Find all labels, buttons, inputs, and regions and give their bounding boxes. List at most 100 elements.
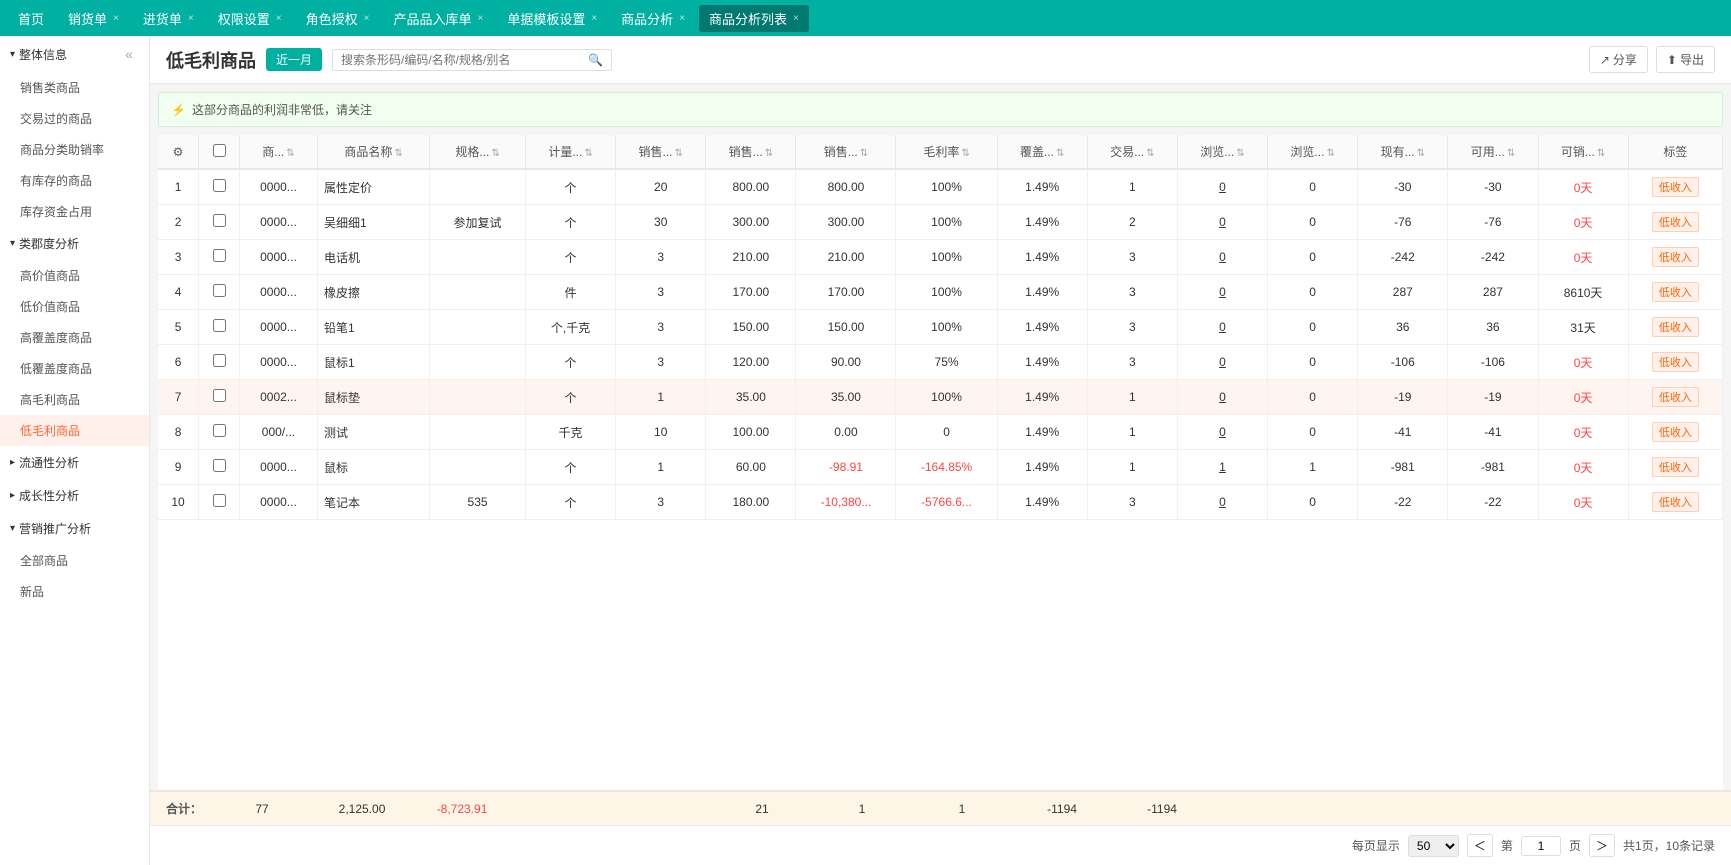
col-browse1[interactable]: 浏览...⇅ — [1177, 135, 1267, 169]
row-checkbox[interactable] — [213, 494, 226, 507]
cell-name[interactable]: 测试 — [318, 415, 430, 450]
cell-checkbox[interactable] — [199, 310, 240, 345]
sidebar-group-marketing[interactable]: ▾ 营销推广分析 — [0, 512, 149, 545]
cell-checkbox[interactable] — [199, 169, 240, 205]
row-checkbox[interactable] — [213, 284, 226, 297]
sidebar-item-high-value[interactable]: 高价值商品 — [0, 260, 149, 291]
select-all-checkbox[interactable] — [213, 144, 226, 157]
prev-page-button[interactable]: ＜ — [1467, 834, 1493, 857]
sidebar-group-circulation[interactable]: ▸ 流通性分析 — [0, 446, 149, 479]
row-checkbox[interactable] — [213, 459, 226, 472]
col-checkbox[interactable] — [199, 135, 240, 169]
cell-name[interactable]: 鼠标1 — [318, 345, 430, 380]
col-saleable[interactable]: 可销...⇅ — [1538, 135, 1628, 169]
cell-checkbox[interactable] — [199, 485, 240, 520]
nav-home[interactable]: 首页 — [8, 5, 54, 32]
sidebar-item-sales-products[interactable]: 销售类商品 — [0, 72, 149, 103]
cell-browse1[interactable]: 0 — [1177, 415, 1267, 450]
sidebar-item-category-assist-rate[interactable]: 商品分类助销率 — [0, 134, 149, 165]
row-checkbox[interactable] — [213, 354, 226, 367]
close-icon[interactable]: × — [364, 13, 370, 24]
nav-product-analysis[interactable]: 商品分析 × — [611, 5, 695, 32]
sidebar-item-all-products[interactable]: 全部商品 — [0, 545, 149, 576]
col-settings[interactable]: ⚙ — [158, 135, 199, 169]
cell-browse1[interactable]: 0 — [1177, 169, 1267, 205]
sidebar-item-new-products[interactable]: 新品 — [0, 576, 149, 607]
col-tag[interactable]: 标签 — [1628, 135, 1722, 169]
sidebar-group-growth[interactable]: ▸ 成长性分析 — [0, 479, 149, 512]
col-spec[interactable]: 规格...⇅ — [430, 135, 526, 169]
cell-name[interactable]: 笔记本 — [318, 485, 430, 520]
close-icon[interactable]: × — [477, 13, 483, 24]
cell-name[interactable]: 属性定价 — [318, 169, 430, 205]
next-page-button[interactable]: ＞ — [1589, 834, 1615, 857]
cell-browse1[interactable]: 0 — [1177, 240, 1267, 275]
cell-checkbox[interactable] — [199, 275, 240, 310]
sidebar-item-low-value[interactable]: 低价值商品 — [0, 291, 149, 322]
col-sales-qty[interactable]: 销售...⇅ — [616, 135, 706, 169]
col-trade[interactable]: 交易...⇅ — [1087, 135, 1177, 169]
col-sales-price[interactable]: 销售...⇅ — [706, 135, 796, 169]
col-current-stock[interactable]: 现有...⇅ — [1358, 135, 1448, 169]
close-icon[interactable]: × — [113, 13, 119, 24]
cell-checkbox[interactable] — [199, 345, 240, 380]
search-box[interactable]: 🔍 — [332, 49, 612, 71]
nav-role-auth[interactable]: 角色授权 × — [296, 5, 380, 32]
cell-browse1[interactable]: 0 — [1177, 310, 1267, 345]
share-button[interactable]: ↗ 分享 — [1589, 46, 1648, 73]
sidebar-item-traded-products[interactable]: 交易过的商品 — [0, 103, 149, 134]
cell-browse1[interactable]: 0 — [1177, 485, 1267, 520]
cell-checkbox[interactable] — [199, 205, 240, 240]
nav-template-settings[interactable]: 单据模板设置 × — [497, 5, 607, 32]
filter-button[interactable]: 近一月 — [266, 48, 322, 71]
sidebar-item-stock-capital[interactable]: 库存资金占用 — [0, 196, 149, 227]
col-sales-amount[interactable]: 销售...⇅ — [796, 135, 896, 169]
col-browse2[interactable]: 浏览...⇅ — [1268, 135, 1358, 169]
cell-browse1[interactable]: 1 — [1177, 450, 1267, 485]
cell-checkbox[interactable] — [199, 380, 240, 415]
sidebar-group-cluster[interactable]: ▾ 类郡度分析 — [0, 227, 149, 260]
search-input[interactable] — [341, 53, 588, 67]
cell-checkbox[interactable] — [199, 415, 240, 450]
row-checkbox[interactable] — [213, 424, 226, 437]
col-code[interactable]: 商...⇅ — [239, 135, 317, 169]
row-checkbox[interactable] — [213, 179, 226, 192]
sidebar-item-low-gross[interactable]: 低毛利商品 — [0, 415, 149, 446]
page-input[interactable] — [1521, 836, 1561, 856]
close-icon[interactable]: × — [276, 13, 282, 24]
sidebar-group-overall[interactable]: ▾ 整体信息 « — [0, 36, 149, 72]
cell-browse1[interactable]: 0 — [1177, 205, 1267, 240]
cell-name[interactable]: 吴细细1 — [318, 205, 430, 240]
close-icon[interactable]: × — [679, 13, 685, 24]
col-available[interactable]: 可用...⇅ — [1448, 135, 1538, 169]
row-checkbox[interactable] — [213, 319, 226, 332]
cell-checkbox[interactable] — [199, 240, 240, 275]
close-icon[interactable]: × — [793, 13, 799, 24]
page-size-select[interactable]: 50 20 100 — [1408, 835, 1459, 857]
col-unit[interactable]: 计量...⇅ — [525, 135, 615, 169]
cell-browse1[interactable]: 0 — [1177, 345, 1267, 380]
cell-name[interactable]: 电话机 — [318, 240, 430, 275]
close-icon[interactable]: × — [591, 13, 597, 24]
row-checkbox[interactable] — [213, 389, 226, 402]
col-gross-rate[interactable]: 毛利率⇅ — [896, 135, 997, 169]
nav-sales-order[interactable]: 销货单 × — [58, 5, 129, 32]
cell-name[interactable]: 鼠标垫 — [318, 380, 430, 415]
close-icon[interactable]: × — [188, 13, 194, 24]
row-checkbox[interactable] — [213, 214, 226, 227]
cell-name[interactable]: 鼠标 — [318, 450, 430, 485]
cell-name[interactable]: 铅笔1 — [318, 310, 430, 345]
nav-product-inbound[interactable]: 产品品入库单 × — [383, 5, 493, 32]
nav-permissions[interactable]: 权限设置 × — [208, 5, 292, 32]
cell-checkbox[interactable] — [199, 450, 240, 485]
nav-product-analysis-list[interactable]: 商品分析列表 × — [699, 5, 809, 32]
collapse-icon[interactable]: « — [119, 44, 139, 64]
col-name[interactable]: 商品名称⇅ — [318, 135, 430, 169]
export-button[interactable]: ⬆ 导出 — [1656, 46, 1715, 73]
cell-browse1[interactable]: 0 — [1177, 380, 1267, 415]
sidebar-item-in-stock[interactable]: 有库存的商品 — [0, 165, 149, 196]
cell-browse1[interactable]: 0 — [1177, 275, 1267, 310]
sidebar-item-high-gross[interactable]: 高毛利商品 — [0, 384, 149, 415]
search-icon[interactable]: 🔍 — [588, 53, 603, 67]
row-checkbox[interactable] — [213, 249, 226, 262]
